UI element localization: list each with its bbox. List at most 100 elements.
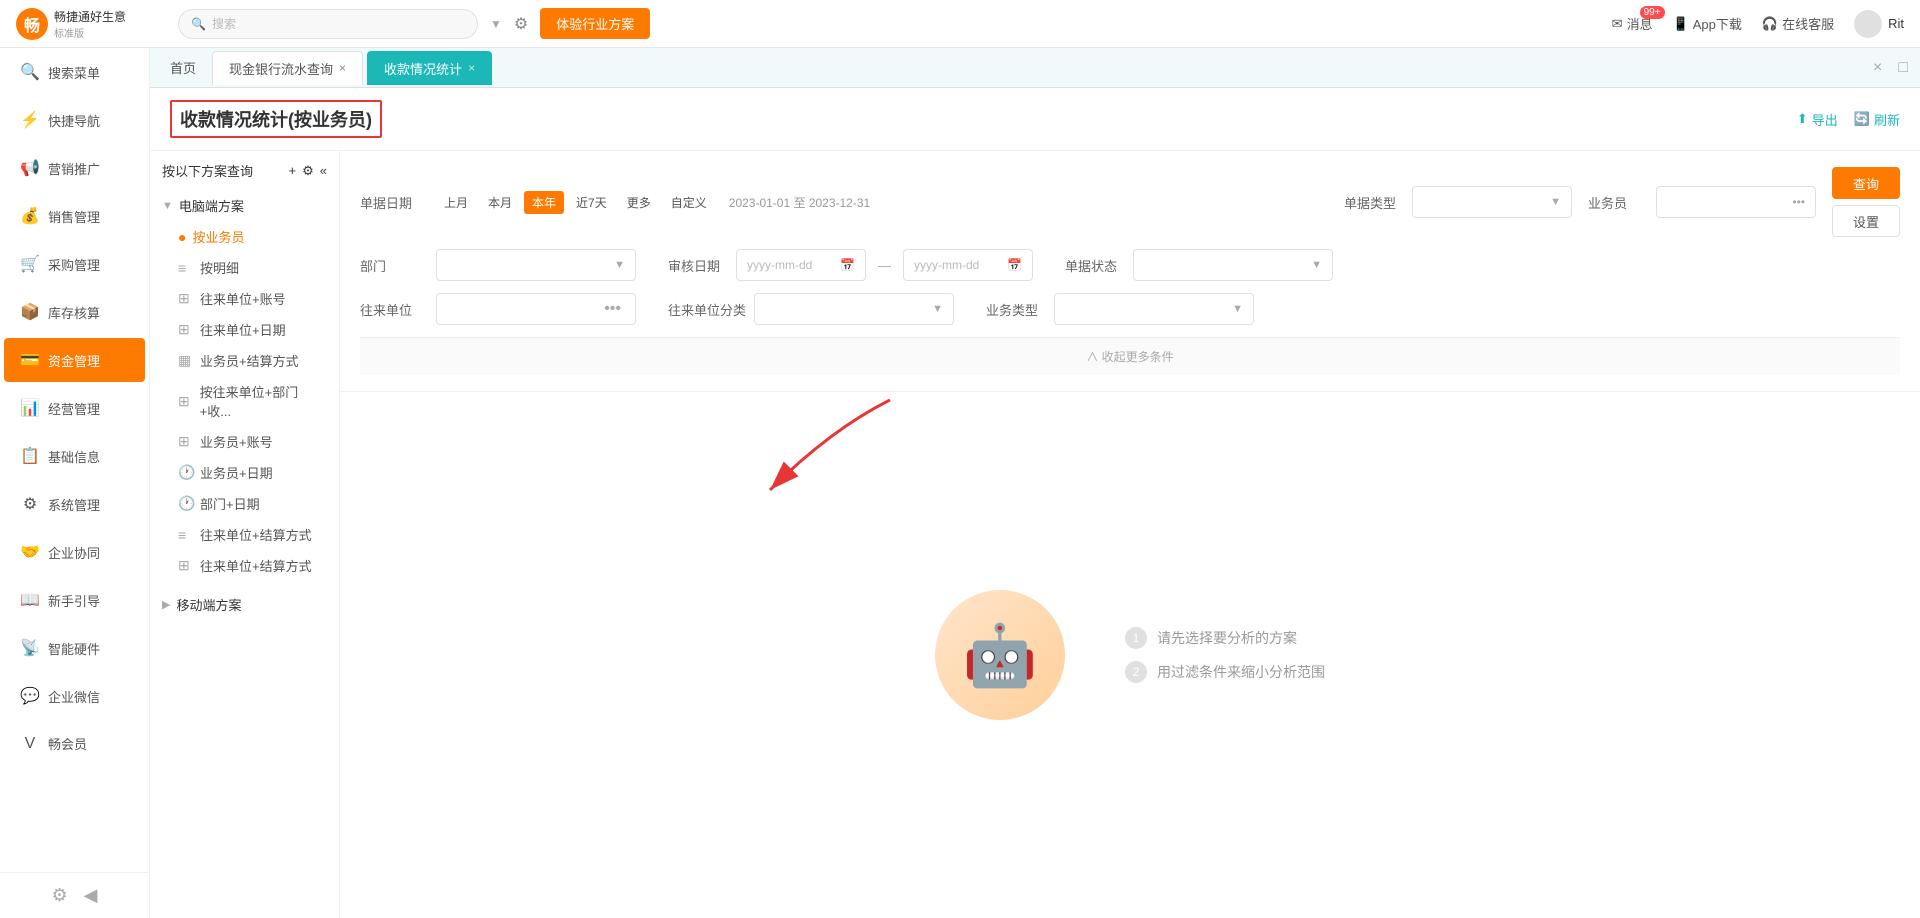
sidebar-item-marketing[interactable]: 📢 营销推广 (4, 146, 145, 190)
collapse-label: ∧ 收起更多条件 (1086, 350, 1173, 364)
tab-cashflow-close[interactable]: × (339, 61, 346, 75)
scheme-item-7[interactable]: 🕐 业务员+日期 (150, 457, 339, 488)
scheme-collapse-icon[interactable]: « (320, 163, 327, 179)
scheme-item-label-0: 按业务员 (192, 227, 244, 246)
scheme-item-label-1: 按明细 (200, 258, 239, 277)
sidebar-item-purchase[interactable]: 🛒 采购管理 (4, 242, 145, 286)
tab-home[interactable]: 首页 (158, 52, 208, 83)
scheme-sidebar: 按以下方案查询 + ⚙ « ▼ 电脑端方案 (150, 151, 340, 918)
scheme-item-6[interactable]: ⊞ 业务员+账号 (150, 426, 339, 457)
salesperson-select[interactable]: ••• (1656, 186, 1816, 218)
query-button[interactable]: 查询 (1832, 167, 1900, 199)
sidebar-item-guide[interactable]: 📖 新手引导 (4, 578, 145, 622)
filter-settings-button[interactable]: 设置 (1832, 205, 1900, 237)
refresh-icon: 🔄 (1854, 111, 1870, 127)
date-tab-thismonth[interactable]: 本月 (480, 191, 520, 214)
scheme-mobile-group-header[interactable]: ▶ 移动端方案 (150, 589, 339, 620)
page-full-content: 收款情况统计(按业务员) ⬆ 导出 🔄 刷新 (150, 88, 1920, 918)
sidebar-item-cooperation[interactable]: 🤝 企业协同 (4, 530, 145, 574)
trial-button[interactable]: 体验行业方案 (540, 8, 650, 39)
sidebar-item-system[interactable]: ⚙ 系统管理 (4, 482, 145, 526)
scheme-item-8[interactable]: 🕐 部门+日期 (150, 488, 339, 519)
page-header: 收款情况统计(按业务员) ⬆ 导出 🔄 刷新 (150, 88, 1920, 151)
scheme-item-3[interactable]: ⊞ 往来单位+日期 (150, 314, 339, 345)
tab-cashflow[interactable]: 现金银行流水查询 × (212, 51, 363, 85)
finance-icon: 💳 (20, 350, 40, 370)
refresh-button[interactable]: 🔄 刷新 (1854, 110, 1900, 129)
scheme-item-4[interactable]: ▦ 业务员+结算方式 (150, 345, 339, 376)
filter-row-1: 单据日期 上月 本月 本年 近7天 更多 自定义 20 (360, 167, 1900, 237)
header-actions: ✉ 消息 99+ 📱 App下载 🎧 在线客服 Rit (1612, 10, 1904, 38)
app-download-action[interactable]: 📱 App下载 (1673, 14, 1742, 33)
system-icon: ⚙ (20, 494, 40, 514)
sidebar-label-marketing: 营销推广 (48, 159, 100, 178)
window-maximize-icon[interactable]: □ (1894, 55, 1912, 81)
export-button[interactable]: ⬆ 导出 (1797, 110, 1838, 129)
date-tab-custom[interactable]: 自定义 (663, 191, 715, 214)
sidebar-item-finance[interactable]: 💳 资金管理 (4, 338, 145, 382)
download-icon: 📱 (1673, 16, 1689, 32)
footer-settings-icon[interactable]: ⚙ (52, 885, 68, 906)
collapse-bar[interactable]: ∧ 收起更多条件 (360, 337, 1900, 375)
business-type-filter: 业务类型 ▼ (986, 293, 1254, 325)
counterparty-cat-arrow: ▼ (932, 303, 943, 315)
sidebar-item-quicknav[interactable]: ⚡ 快捷导航 (4, 98, 145, 142)
search-placeholder: 搜索 (212, 15, 236, 32)
red-arrow-svg (730, 390, 930, 510)
scheme-item-1[interactable]: ≡ 按明细 (150, 252, 339, 283)
sidebar-item-management[interactable]: 📊 经营管理 (4, 386, 145, 430)
sidebar-item-sales[interactable]: 💰 销售管理 (4, 194, 145, 238)
footer-collapse-icon[interactable]: ◀ (84, 885, 98, 906)
type-select[interactable]: ▼ (1412, 186, 1572, 218)
sidebar-label-quicknav: 快捷导航 (48, 111, 100, 130)
guide-icon: 📖 (20, 590, 40, 610)
review-date-from[interactable]: yyyy-mm-dd 📅 (736, 249, 866, 281)
content-right: 单据日期 上月 本月 本年 近7天 更多 自定义 20 (340, 151, 1920, 918)
messages-action[interactable]: ✉ 消息 99+ (1612, 14, 1653, 33)
scheme-item-9[interactable]: ≡ 往来单位+结算方式 (150, 519, 339, 550)
dept-select[interactable]: ▼ (436, 249, 636, 281)
scheme-item-0[interactable]: ● 按业务员 (150, 221, 339, 252)
sidebar-item-hardware[interactable]: 📡 智能硬件 (4, 626, 145, 670)
user-avatar-area[interactable]: Rit (1854, 10, 1904, 38)
main-layout: 🔍 搜索菜单 ⚡ 快捷导航 📢 营销推广 💰 销售管理 🛒 采购管理 📦 库存核… (0, 48, 1920, 918)
date-tab-thisyear[interactable]: 本年 (524, 191, 564, 214)
counterparty-more-icon[interactable]: ••• (604, 300, 621, 318)
review-date-label: 审核日期 (668, 256, 728, 275)
tab-collections-close[interactable]: × (468, 61, 475, 75)
business-type-select[interactable]: ▼ (1054, 293, 1254, 325)
date-tab-lastmonth[interactable]: 上月 (436, 191, 476, 214)
scheme-settings-icon[interactable]: ⚙ (302, 163, 314, 179)
counterparty-cat-select[interactable]: ▼ (754, 293, 954, 325)
sidebar-item-member[interactable]: V 畅会员 (4, 722, 145, 765)
header-search[interactable]: 🔍 搜索 (178, 9, 478, 39)
status-select[interactable]: ▼ (1133, 249, 1333, 281)
date-tab-more[interactable]: 更多 (619, 191, 659, 214)
scheme-item-label-3: 往来单位+日期 (200, 320, 286, 339)
search-menu-icon: 🔍 (20, 62, 40, 82)
sidebar-item-wechat[interactable]: 💬 企业微信 (4, 674, 145, 718)
date-range-display: 2023-01-01 至 2023-12-31 (729, 194, 870, 211)
sidebar-label-cooperation: 企业协同 (48, 543, 100, 562)
window-close-icon[interactable]: × (1869, 55, 1886, 81)
sidebar-label-sales: 销售管理 (48, 207, 100, 226)
review-date-to[interactable]: yyyy-mm-dd 📅 (903, 249, 1033, 281)
sidebar-item-basic[interactable]: 📋 基础信息 (4, 434, 145, 478)
sidebar-item-search[interactable]: 🔍 搜索菜单 (4, 50, 145, 94)
header-settings-icon[interactable]: ⚙ (514, 14, 528, 34)
scheme-desktop-group-header[interactable]: ▼ 电脑端方案 (150, 190, 339, 221)
counterparty-select[interactable]: ••• (436, 293, 636, 325)
tab-collections[interactable]: 收款情况统计 × (367, 51, 492, 85)
scheme-add-icon[interactable]: + (289, 163, 297, 179)
scheme-item-10[interactable]: ⊞ 往来单位+结算方式 (150, 550, 339, 581)
scheme-item-2[interactable]: ⊞ 往来单位+账号 (150, 283, 339, 314)
sidebar-item-inventory[interactable]: 📦 库存核算 (4, 290, 145, 334)
scheme-item-5[interactable]: ⊞ 按往来单位+部门+收... (150, 376, 339, 426)
dropdown-arrow-icon[interactable]: ▼ (490, 17, 502, 31)
scheme-item-icon-8: 🕐 (178, 495, 194, 512)
step-num-1: 1 (1125, 627, 1147, 649)
message-icon: ✉ (1612, 16, 1623, 32)
action-buttons: 查询 设置 (1832, 167, 1900, 237)
online-service-action[interactable]: 🎧 在线客服 (1762, 14, 1834, 33)
date-tab-7days[interactable]: 近7天 (568, 191, 615, 214)
